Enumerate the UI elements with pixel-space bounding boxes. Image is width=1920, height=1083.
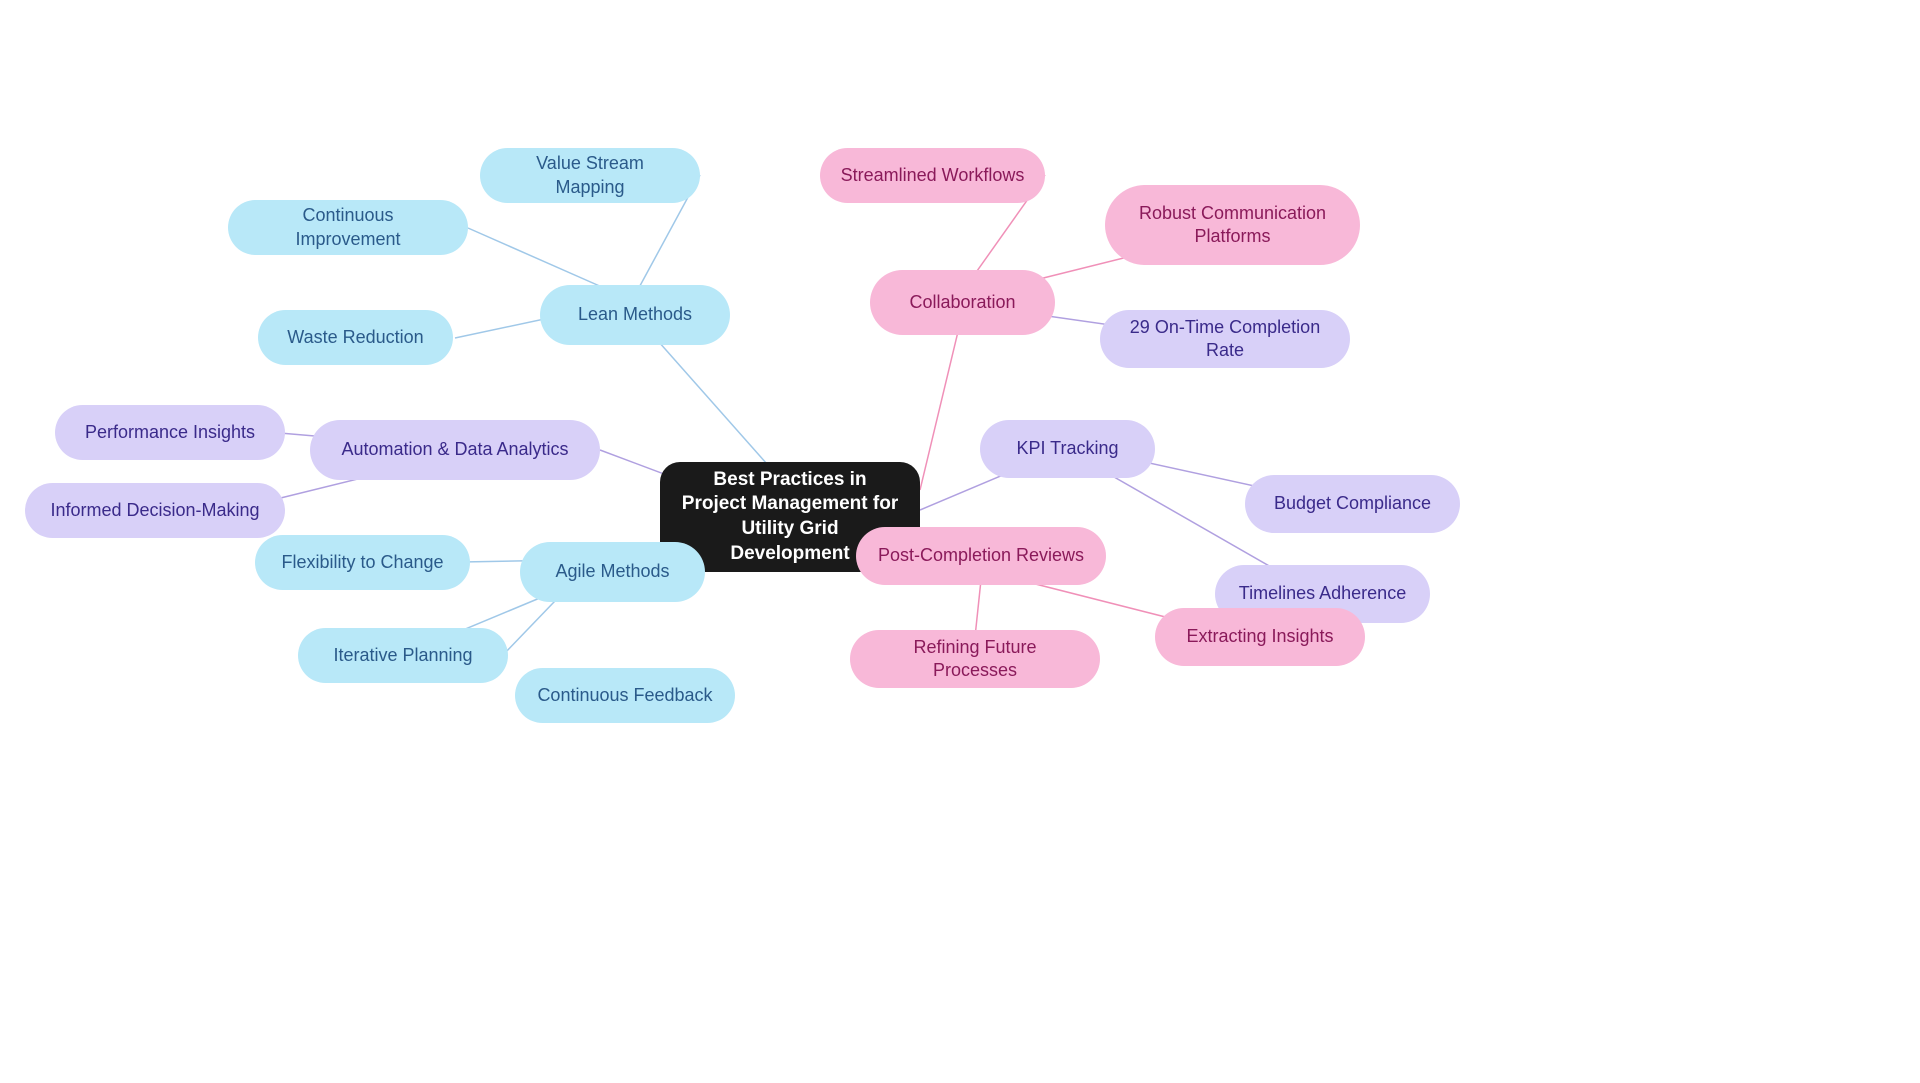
kpi-tracking-node: KPI Tracking [980, 420, 1155, 478]
automation-node: Automation & Data Analytics [310, 420, 600, 480]
on-time-node: 29 On-Time Completion Rate [1100, 310, 1350, 368]
budget-compliance-node: Budget Compliance [1245, 475, 1460, 533]
waste-reduction-node: Waste Reduction [258, 310, 453, 365]
collaboration-node: Collaboration [870, 270, 1055, 335]
continuous-feedback-node: Continuous Feedback [515, 668, 735, 723]
iterative-planning-node: Iterative Planning [298, 628, 508, 683]
flexibility-node: Flexibility to Change [255, 535, 470, 590]
performance-insights-node: Performance Insights [55, 405, 285, 460]
extracting-insights-node: Extracting Insights [1155, 608, 1365, 666]
continuous-improvement-node: Continuous Improvement [228, 200, 468, 255]
value-stream-node: Value Stream Mapping [480, 148, 700, 203]
post-completion-node: Post-Completion Reviews [856, 527, 1106, 585]
lean-methods-node: Lean Methods [540, 285, 730, 345]
agile-methods-node: Agile Methods [520, 542, 705, 602]
informed-decision-node: Informed Decision-Making [25, 483, 285, 538]
robust-comm-node: Robust Communication Platforms [1105, 185, 1360, 265]
streamlined-node: Streamlined Workflows [820, 148, 1045, 203]
refining-future-node: Refining Future Processes [850, 630, 1100, 688]
